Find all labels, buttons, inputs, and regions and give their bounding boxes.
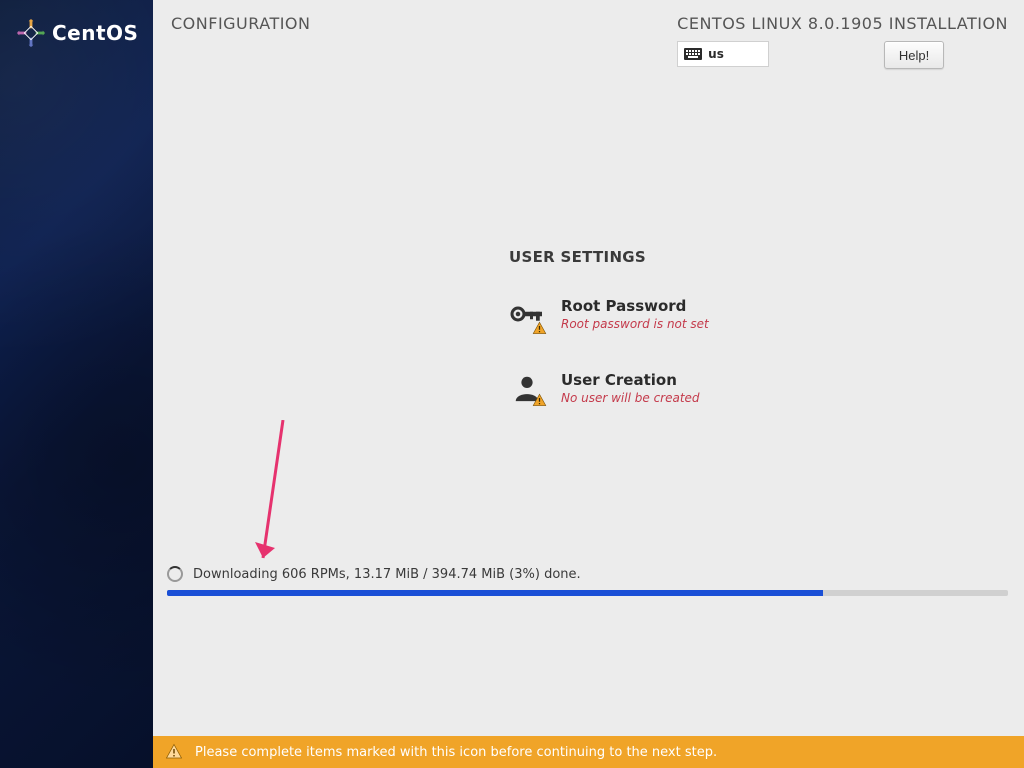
progress-bar [167,590,1008,596]
root-password-item[interactable]: Root Password Root password is not set [509,296,989,332]
keyboard-layout-indicator[interactable]: us [677,41,769,67]
spinner-icon [167,566,183,582]
brand-logo: CentOS [0,0,153,48]
root-password-title: Root Password [561,297,709,315]
user-creation-item[interactable]: User Creation No user will be created [509,370,989,406]
keyboard-icon [684,48,702,60]
brand-name: CentOS [52,21,138,45]
sidebar: CentOS [0,0,153,768]
centos-logo-icon [16,18,46,48]
user-settings-section: USER SETTINGS Root Password Root [509,248,989,444]
user-creation-subtitle: No user will be created [561,391,700,405]
warning-icon [165,743,183,761]
warning-text: Please complete items marked with this i… [195,745,717,760]
root-password-subtitle: Root password is not set [561,317,709,331]
user-icon [509,370,545,406]
top-right-group: CENTOS LINUX 8.0.1905 INSTALLATION us He… [677,14,1008,69]
main-panel: CONFIGURATION CENTOS LINUX 8.0.1905 INST… [153,0,1024,768]
progress-status-text: Downloading 606 RPMs, 13.17 MiB / 394.74… [193,567,581,582]
page-title: CONFIGURATION [171,14,311,33]
progress-bar-fill [167,590,823,596]
keyboard-layout-label: us [708,47,724,61]
user-settings-heading: USER SETTINGS [509,248,989,266]
topbar: CONFIGURATION CENTOS LINUX 8.0.1905 INST… [153,0,1024,69]
key-icon [509,296,545,332]
warning-badge-icon [532,393,547,408]
user-creation-title: User Creation [561,371,700,389]
warning-badge-icon [532,321,547,336]
install-title: CENTOS LINUX 8.0.1905 INSTALLATION [677,14,1008,33]
annotation-arrow [255,420,295,580]
help-button[interactable]: Help! [884,41,944,69]
warning-bar: Please complete items marked with this i… [153,736,1024,768]
progress-area: Downloading 606 RPMs, 13.17 MiB / 394.74… [167,566,1008,596]
